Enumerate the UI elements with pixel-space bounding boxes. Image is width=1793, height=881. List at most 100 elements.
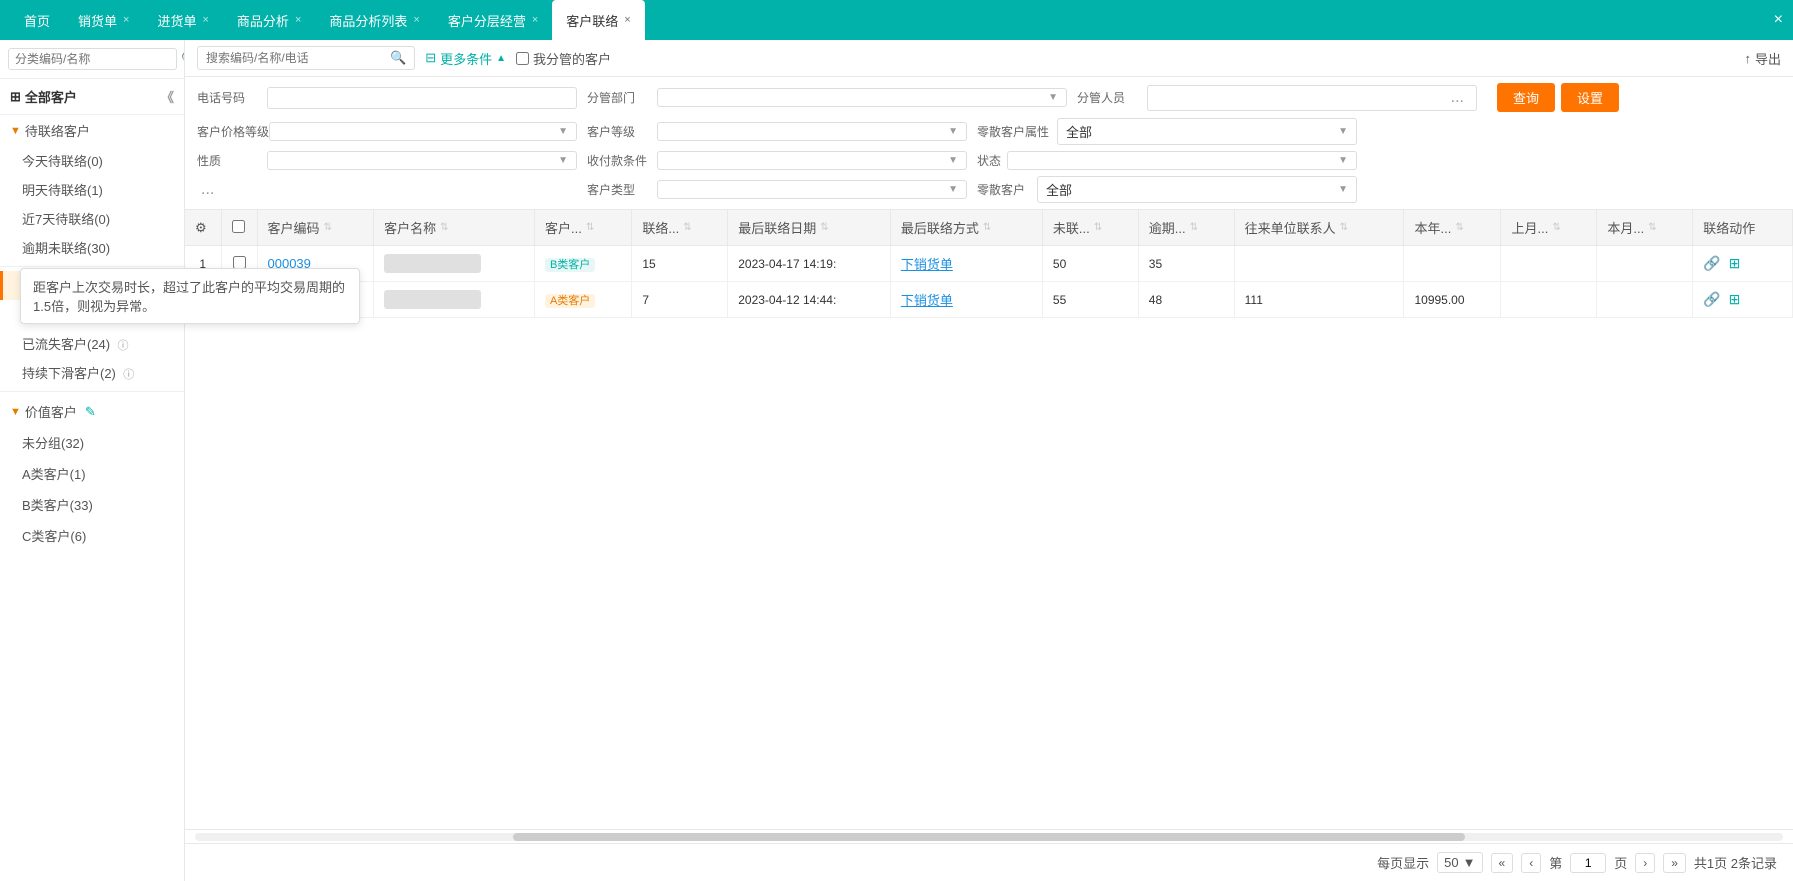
filter-price-level-select[interactable]: ▼	[269, 122, 577, 141]
filter-status-select[interactable]: ▼	[1007, 151, 1357, 170]
filter-search-box: 🔍	[197, 46, 415, 70]
cell-contact: 7	[632, 282, 728, 318]
filter-rows: 电话号码 分管部门 ▼ 分管人员 ...	[185, 77, 1793, 210]
action-grid-icon[interactable]: ⊞	[1729, 291, 1741, 308]
sidebar-search-input[interactable]	[8, 48, 177, 70]
sidebar-item-class-b[interactable]: B类客户(33)	[0, 489, 184, 520]
sidebar: 🔍 ⊞ 全部客户 《 ▼ 待联络客户 今天待联络(0) 明天待联络(1) 近7天…	[0, 40, 185, 881]
first-page-btn[interactable]: «	[1491, 853, 1514, 873]
filter-search-icon[interactable]: 🔍	[390, 50, 406, 66]
filter-payment-arrow: ▼	[948, 155, 958, 166]
select-all-checkbox[interactable]	[232, 220, 245, 233]
horizontal-scrollbar[interactable]	[195, 833, 1783, 841]
nav-home[interactable]: 首页	[10, 0, 64, 40]
page-input[interactable]	[1570, 853, 1606, 873]
row-checkbox[interactable]	[233, 256, 246, 269]
th-last-contact-method[interactable]: 最后联络方式 ⇅	[890, 210, 1042, 246]
th-this-month[interactable]: 本月... ⇅	[1597, 210, 1693, 246]
cell-this-year	[1404, 246, 1501, 282]
sidebar-pending-group[interactable]: ▼ 待联络客户	[0, 115, 184, 146]
sidebar-item-class-a[interactable]: A类客户(1)	[0, 458, 184, 489]
th-name[interactable]: 客户名称 ⇅	[374, 210, 535, 246]
cell-last-month	[1501, 246, 1597, 282]
action-link-icon[interactable]: 🔗	[1703, 255, 1720, 272]
my-customers-check[interactable]: 我分管的客户	[516, 49, 611, 68]
filter-person-select[interactable]: ...	[1147, 85, 1477, 111]
filter-customer-level-select[interactable]: ▼	[657, 122, 967, 141]
nav-purchase-close[interactable]: ×	[202, 14, 208, 26]
nav-sales-close[interactable]: ×	[123, 14, 129, 26]
nav-product-analysis[interactable]: 商品分析 ×	[223, 0, 315, 40]
filter-person-dots[interactable]: ...	[1447, 89, 1468, 107]
filter-search-input[interactable]	[206, 51, 386, 65]
nav-sales[interactable]: 销货单 ×	[64, 0, 143, 40]
th-this-year-sort: ⇅	[1455, 222, 1463, 233]
th-uncontacted[interactable]: 未联... ⇅	[1042, 210, 1138, 246]
sidebar-item-churned[interactable]: 已流失客户(24) ⓘ	[0, 329, 184, 358]
sidebar-collapse-icon[interactable]: 《	[161, 87, 174, 106]
sidebar-item-overdue[interactable]: 逾期未联络(30)	[0, 233, 184, 262]
cell-last-method[interactable]: 下销货单	[890, 246, 1042, 282]
next-page-btn[interactable]: ›	[1635, 853, 1655, 873]
th-contact[interactable]: 联络... ⇅	[632, 210, 728, 246]
sidebar-item-ungrouped[interactable]: 未分组(32)	[0, 427, 184, 458]
filter-phone-input[interactable]	[267, 87, 577, 109]
th-code[interactable]: 客户编码 ⇅	[257, 210, 374, 246]
filter-payment-select[interactable]: ▼	[657, 151, 967, 170]
nav-product-list[interactable]: 商品分析列表 ×	[315, 0, 433, 40]
settings-btn[interactable]: 设置	[1561, 83, 1619, 112]
pagination-bar: 每页显示 50 ▼ « ‹ 第 页 › » 共1页 2条记录	[185, 843, 1793, 881]
my-customers-checkbox[interactable]	[516, 52, 529, 65]
main-layout: 🔍 ⊞ 全部客户 《 ▼ 待联络客户 今天待联络(0) 明天待联络(1) 近7天…	[0, 40, 1793, 881]
filter-gender-select[interactable]: ▼	[267, 151, 577, 170]
sidebar-item-today[interactable]: 今天待联络(0)	[0, 146, 184, 175]
filter-retail-attr-select[interactable]: 全部 ▼	[1057, 118, 1357, 145]
sidebar-value-arrow: ▼	[10, 406, 21, 418]
window-close-button[interactable]: ×	[1774, 11, 1783, 29]
filter-retail-customer-select[interactable]: 全部 ▼	[1037, 176, 1357, 203]
filter-bar: 🔍 ⊟ 更多条件 ▲ 我分管的客户 ↑ 导出	[185, 40, 1793, 77]
cell-overdue: 35	[1138, 246, 1234, 282]
action-link-icon[interactable]: 🔗	[1703, 291, 1720, 308]
sidebar-divider1	[0, 266, 184, 267]
nav-customer-contact-close[interactable]: ×	[624, 14, 630, 26]
th-last-month[interactable]: 上月... ⇅	[1501, 210, 1597, 246]
query-btn[interactable]: 查询	[1497, 83, 1555, 112]
th-settings[interactable]: ⚙	[185, 210, 221, 246]
sidebar-item-tomorrow[interactable]: 明天待联络(1)	[0, 175, 184, 204]
filter-retail-attr-arrow: ▼	[1338, 126, 1348, 137]
export-btn[interactable]: ↑ 导出	[1744, 49, 1781, 68]
sidebar-item-class-c[interactable]: C类客户(6)	[0, 520, 184, 551]
table-settings-icon[interactable]: ⚙	[195, 220, 207, 235]
prev-page-btn[interactable]: ‹	[1521, 853, 1541, 873]
nav-customer-tier[interactable]: 客户分层经营 ×	[434, 0, 552, 40]
nav-product-analysis-close[interactable]: ×	[295, 14, 301, 26]
cell-name[interactable]: ████	[374, 246, 535, 282]
nav-purchase[interactable]: 进货单 ×	[143, 0, 222, 40]
filter-customer-type-select[interactable]: ▼	[657, 180, 967, 199]
th-overdue-sort: ⇅	[1190, 222, 1198, 233]
sidebar-value-edit-icon[interactable]: ✎	[85, 404, 96, 420]
th-this-year[interactable]: 本年... ⇅	[1404, 210, 1501, 246]
th-type[interactable]: 客户... ⇅	[534, 210, 631, 246]
sidebar-item-7days[interactable]: 近7天待联络(0)	[0, 204, 184, 233]
nav-product-list-close[interactable]: ×	[413, 14, 419, 26]
filter-dept-select[interactable]: ▼	[657, 88, 1067, 107]
filter-dots[interactable]: ...	[197, 181, 218, 199]
th-last-contact-date[interactable]: 最后联络日期 ⇅	[728, 210, 891, 246]
action-grid-icon[interactable]: ⊞	[1729, 255, 1741, 272]
nav-customer-contact[interactable]: 客户联络 ×	[552, 0, 644, 40]
nav-customer-tier-close[interactable]: ×	[532, 14, 538, 26]
declining-info-icon: ⓘ	[123, 369, 134, 381]
sidebar-item-declining[interactable]: 持续下滑客户(2) ⓘ	[0, 358, 184, 387]
cell-last-method[interactable]: 下销货单	[890, 282, 1042, 318]
cell-name[interactable]: ████	[374, 282, 535, 318]
sidebar-value-customer-group[interactable]: ▼ 价值客户 ✎	[0, 396, 184, 427]
last-page-btn[interactable]: »	[1663, 853, 1686, 873]
th-checkbox[interactable]	[221, 210, 257, 246]
th-company-contacts[interactable]: 往来单位联系人 ⇅	[1234, 210, 1404, 246]
data-table: ⚙ 客户编码 ⇅ 客户名称	[185, 210, 1793, 318]
th-overdue[interactable]: 逾期... ⇅	[1138, 210, 1234, 246]
per-page-select[interactable]: 50 ▼	[1437, 852, 1482, 873]
more-filters-btn[interactable]: ⊟ 更多条件 ▲	[425, 49, 506, 68]
